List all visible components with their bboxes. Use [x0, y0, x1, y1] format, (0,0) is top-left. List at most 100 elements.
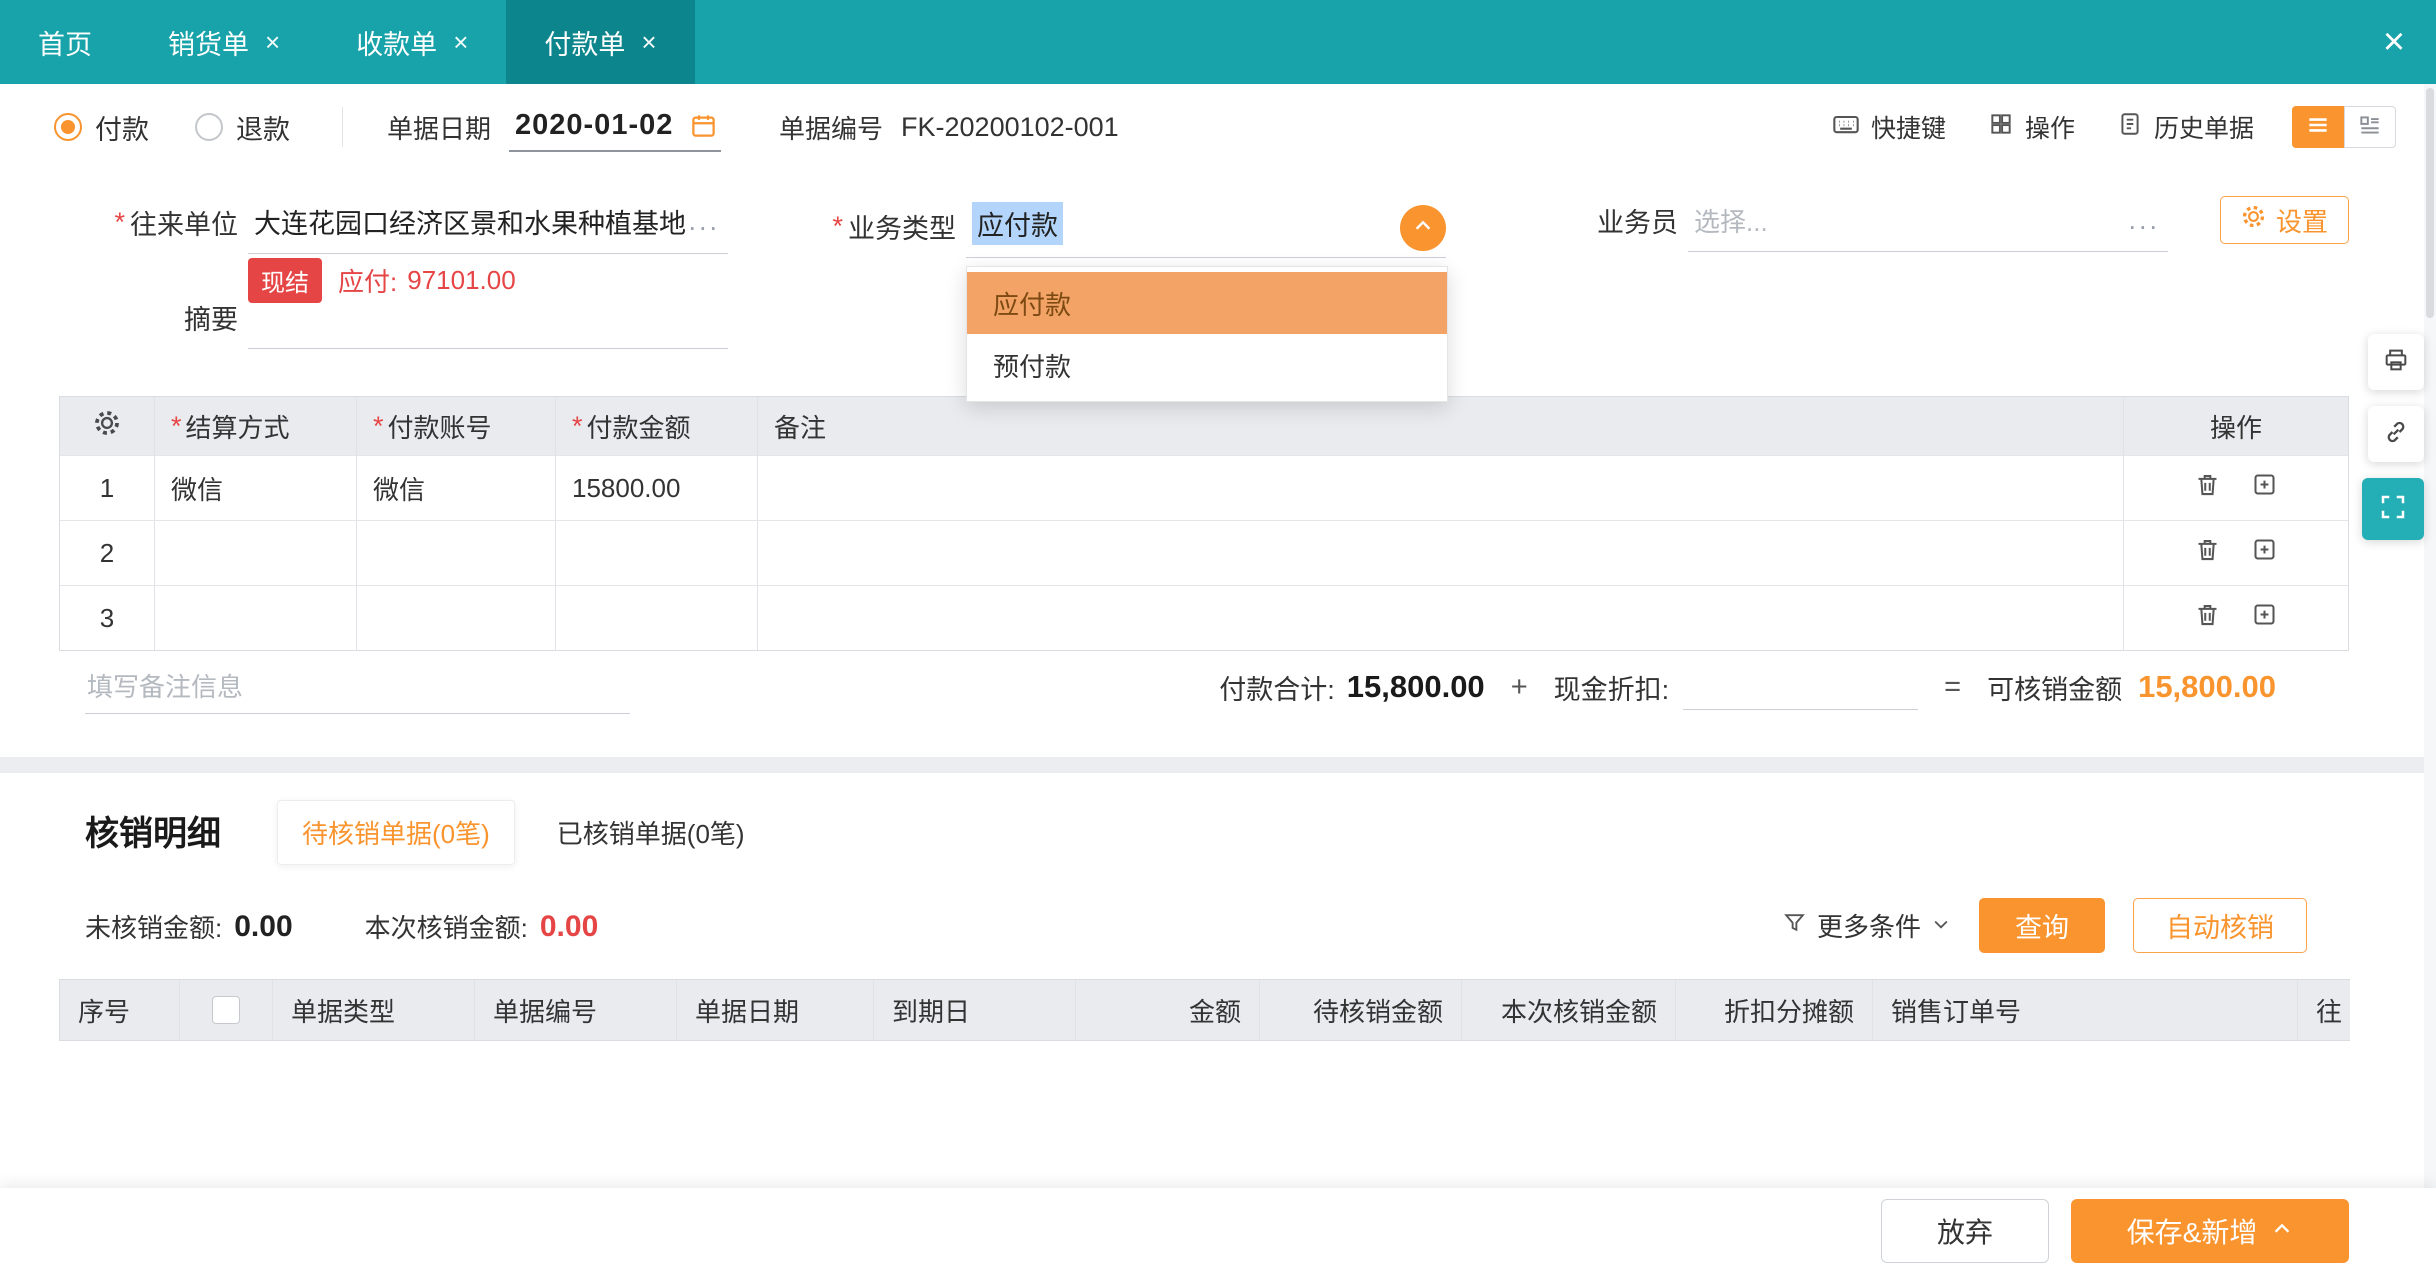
gear-icon	[93, 409, 121, 444]
close-icon[interactable]: ×	[641, 29, 656, 55]
history-documents-button[interactable]: 历史单据	[2117, 109, 2254, 145]
header-pay-amount: * 付款金额	[556, 397, 758, 455]
row-number: 1	[60, 456, 155, 520]
radio-payment[interactable]: 付款	[54, 108, 149, 147]
header-pay-account: * 付款账号	[357, 397, 556, 455]
pay-account-cell[interactable]	[357, 586, 556, 650]
table-row: 1 微信 微信 15800.00	[60, 455, 2348, 520]
radio-payment-label: 付款	[95, 114, 149, 145]
trash-icon[interactable]	[2194, 536, 2221, 570]
remark-cell[interactable]	[758, 456, 2124, 520]
add-row-icon[interactable]	[2251, 536, 2278, 570]
partner-input[interactable]: 大连花园口经济区景和水果种植基地 ...	[248, 196, 728, 254]
detail-view-toggle[interactable]	[2344, 106, 2396, 148]
save-and-new-button[interactable]: 保存&新增	[2071, 1199, 2349, 1263]
pay-account-cell[interactable]: 微信	[357, 456, 556, 520]
tab-sales-order[interactable]: 销货单 ×	[130, 0, 318, 84]
header-doc-no: 单据编号	[475, 980, 677, 1040]
payment-lines-table: * 结算方式 * 付款账号 * 付款金额 备注 操作 1 微信 微信 15800.00	[59, 396, 2349, 651]
cash-discount-input[interactable]	[1683, 664, 1919, 695]
trash-icon[interactable]	[2194, 471, 2221, 505]
verification-table-header: 序号 单据类型 单据编号 单据日期 到期日 金额 待核销金额 本次核销金额 折扣…	[59, 979, 2350, 1041]
section-divider	[0, 757, 2436, 773]
trash-icon[interactable]	[2194, 601, 2221, 635]
remark-cell[interactable]	[758, 521, 2124, 585]
pay-amount-cell[interactable]	[556, 521, 758, 585]
payment-voucher-page: 首页 销货单 × 收款单 × 付款单 × × 付款 退款 单据日期 2020-0…	[0, 0, 2436, 1274]
scrollbar-thumb[interactable]	[2426, 88, 2434, 318]
date-input[interactable]: 2020-01-02	[509, 103, 722, 152]
required-mark: *	[114, 207, 125, 237]
row-operations	[2124, 456, 2348, 520]
verification-stats: 未核销金额: 0.00 本次核销金额: 0.00	[85, 908, 598, 945]
radio-refund[interactable]: 退款	[195, 108, 290, 147]
summary-label: 摘要	[184, 305, 238, 335]
cash-settle-badge: 现结	[248, 258, 322, 303]
tab-label: 首页	[38, 29, 92, 60]
table-row: 3	[60, 585, 2348, 650]
add-row-icon[interactable]	[2251, 471, 2278, 505]
hamburger-icon	[2305, 112, 2331, 143]
tab-receipt-voucher[interactable]: 收款单 ×	[318, 0, 506, 84]
settle-method-cell[interactable]	[155, 521, 357, 585]
print-tool-button[interactable]	[2368, 334, 2424, 390]
close-icon[interactable]: ×	[453, 29, 468, 55]
voucher-remark-input[interactable]	[87, 672, 628, 703]
more-filters-button[interactable]: 更多条件	[1782, 907, 1951, 944]
calendar-icon[interactable]	[690, 112, 717, 139]
shortcut-keys-button[interactable]: 快捷键	[1832, 109, 1946, 145]
remark-cell[interactable]	[758, 586, 2124, 650]
salesman-select[interactable]: 选择... ...	[1688, 196, 2168, 252]
header-pending-amount: 待核销金额	[1260, 980, 1462, 1040]
query-button[interactable]: 查询	[1979, 898, 2105, 953]
tab-verified-documents[interactable]: 已核销单据(0笔)	[557, 814, 745, 851]
biztype-select[interactable]: 应付款	[966, 196, 1446, 258]
save-and-new-label: 保存&新增	[2126, 1217, 2258, 1248]
tab-payment-voucher[interactable]: 付款单 ×	[506, 0, 695, 84]
discard-button[interactable]: 放弃	[1881, 1199, 2049, 1263]
tab-pending-documents[interactable]: 待核销单据(0笔)	[277, 800, 515, 865]
header-doc-date: 单据日期	[677, 980, 874, 1040]
keyboard-icon	[1832, 110, 1860, 145]
scrollbar-track[interactable]	[2424, 84, 2436, 1274]
tab-home[interactable]: 首页	[0, 0, 130, 84]
salesman-more-button[interactable]: ...	[2128, 205, 2160, 236]
view-toggle-group	[2292, 106, 2396, 148]
settle-method-cell[interactable]: 微信	[155, 456, 357, 520]
partner-field-row: * 往来单位 大连花园口经济区景和水果种植基地 ...	[87, 196, 728, 254]
dropdown-option-prepaid[interactable]: 预付款	[967, 334, 1447, 396]
dropdown-option-payable[interactable]: 应付款	[967, 272, 1447, 334]
pay-total-value: 15,800.00	[1346, 669, 1485, 704]
voucher-remark-wrap	[85, 668, 630, 714]
current-verify-amount: 本次核销金额: 0.00	[364, 909, 599, 944]
writeoff-amount-label: 可核销金额	[1987, 674, 2123, 705]
grid-icon	[1988, 111, 2014, 144]
close-icon[interactable]: ×	[265, 29, 280, 55]
list-view-toggle[interactable]	[2292, 106, 2344, 148]
tab-label: 销货单	[168, 29, 249, 60]
fullscreen-tool-button[interactable]	[2362, 478, 2424, 540]
pay-amount-cell[interactable]: 15800.00	[556, 456, 758, 520]
link-tool-button[interactable]	[2368, 406, 2424, 462]
summary-input[interactable]	[254, 305, 720, 336]
partner-more-button[interactable]: ...	[688, 206, 720, 237]
settle-method-cell[interactable]	[155, 586, 357, 650]
settings-button[interactable]: 设置	[2219, 196, 2349, 244]
pay-account-cell[interactable]	[357, 521, 556, 585]
select-all-checkbox[interactable]	[212, 996, 240, 1024]
verification-table: 序号 单据类型 单据编号 单据日期 到期日 金额 待核销金额 本次核销金额 折扣…	[59, 979, 2350, 1187]
row-number: 2	[60, 521, 155, 585]
header-due-date: 到期日	[874, 980, 1076, 1040]
add-row-icon[interactable]	[2251, 601, 2278, 635]
collapse-dropdown-button[interactable]	[1400, 205, 1446, 251]
cash-discount-label: 现金折扣:	[1553, 674, 1670, 705]
window-close-icon[interactable]: ×	[2352, 0, 2436, 84]
biztype-value: 应付款	[972, 202, 1063, 245]
operations-label: 操作	[2024, 115, 2075, 143]
column-settings-cell[interactable]	[60, 397, 155, 455]
operations-button[interactable]: 操作	[1988, 109, 2075, 145]
radio-unselected-icon	[195, 113, 223, 141]
auto-verify-button[interactable]: 自动核销	[2133, 898, 2307, 953]
totals-row: 付款合计: 15,800.00 + 现金折扣: = 可核销金额 15,800.0…	[1219, 664, 2276, 710]
pay-amount-cell[interactable]	[556, 586, 758, 650]
